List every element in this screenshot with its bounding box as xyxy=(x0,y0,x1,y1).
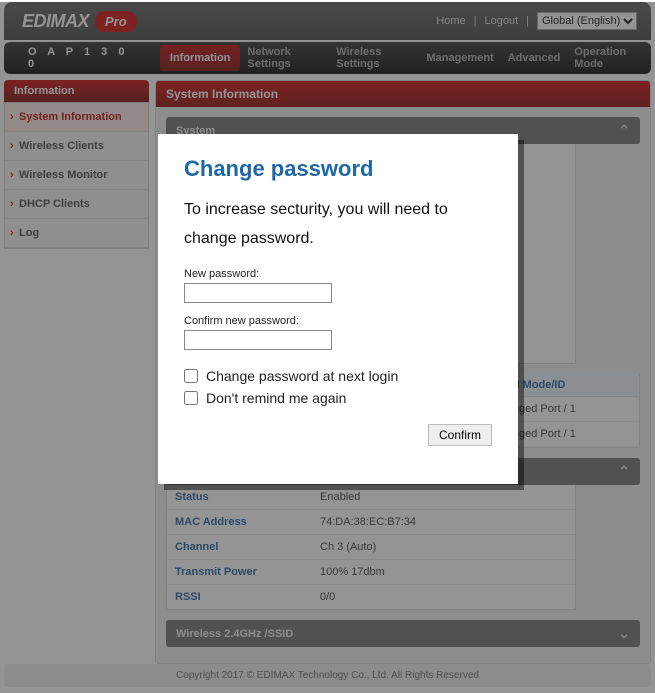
modal-description: To increase secturity, you will need to … xyxy=(184,196,492,254)
confirm-password-label: Confirm new password: xyxy=(184,315,492,327)
modal-title: Change password xyxy=(184,156,492,182)
confirm-password-input[interactable] xyxy=(184,330,332,350)
confirm-button[interactable]: Confirm xyxy=(428,424,492,446)
dont-remind-label: Don't remind me again xyxy=(206,390,346,406)
new-password-input[interactable] xyxy=(184,283,332,303)
change-next-login-checkbox[interactable] xyxy=(184,369,198,383)
change-next-login-label: Change password at next login xyxy=(206,368,398,384)
change-password-modal: Change password To increase secturity, y… xyxy=(158,134,518,484)
dont-remind-checkbox[interactable] xyxy=(184,391,198,405)
new-password-label: New password: xyxy=(184,268,492,280)
